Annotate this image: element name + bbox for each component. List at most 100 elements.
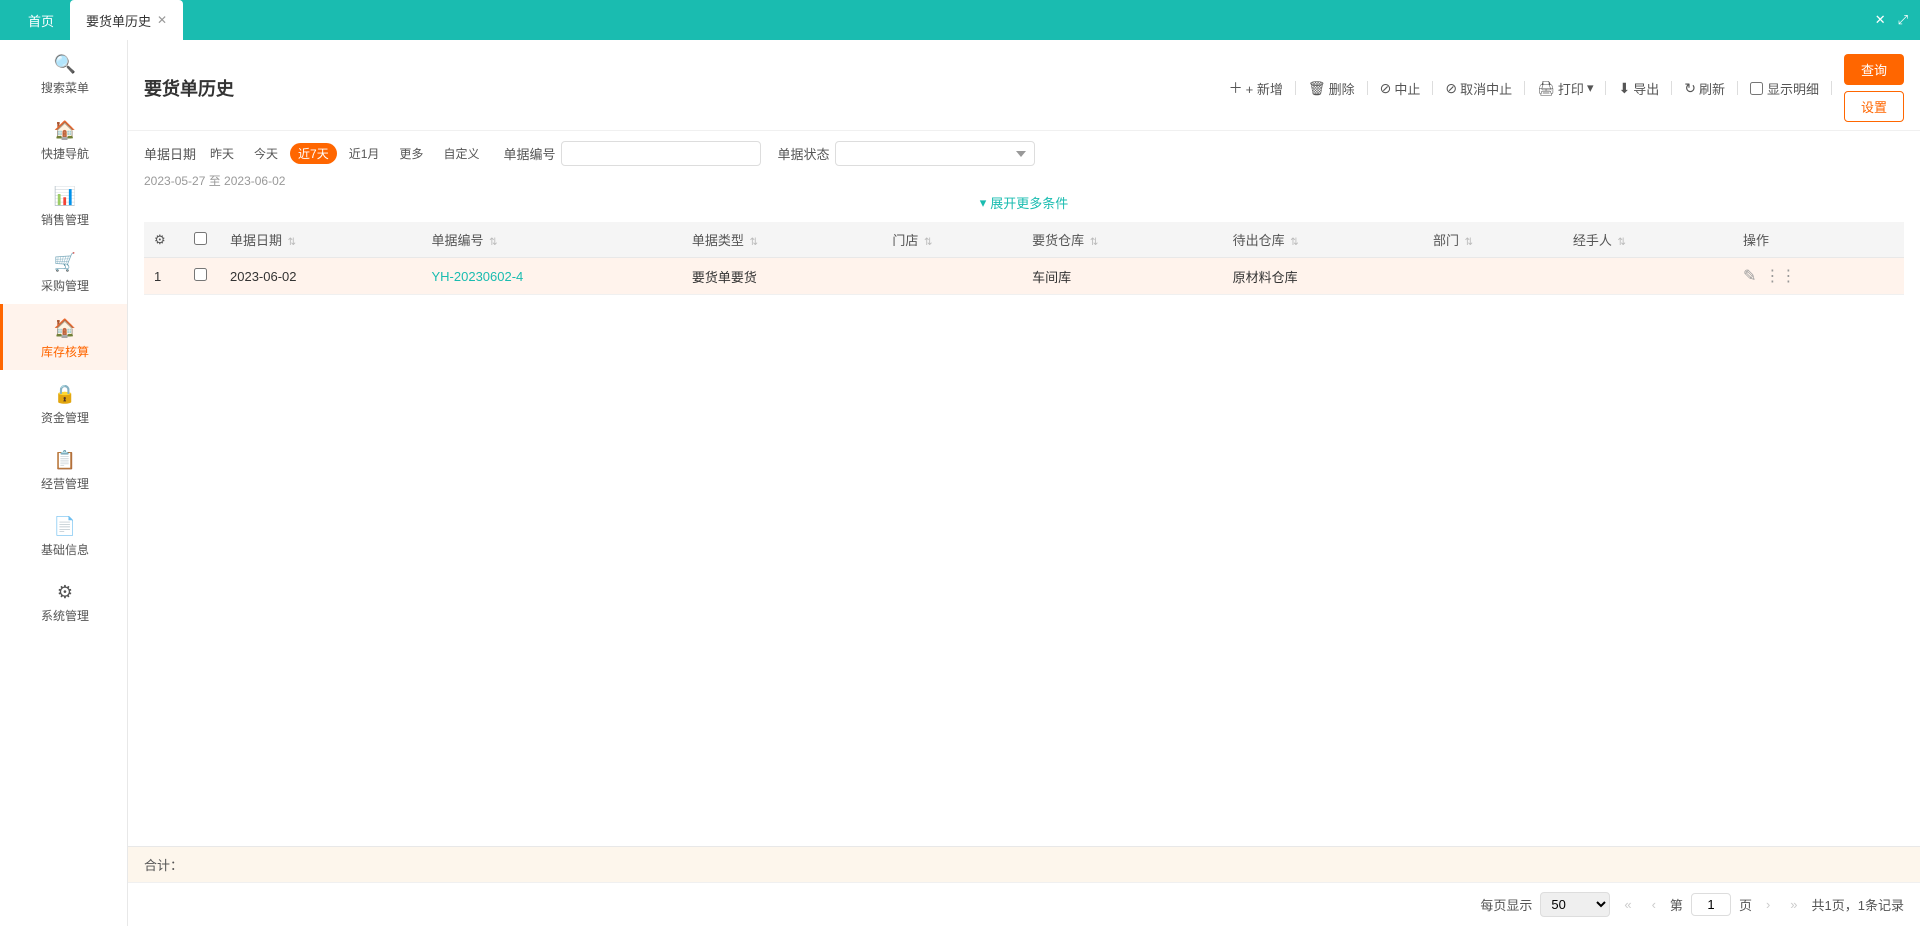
cancel-stop-icon: ⊘ <box>1445 80 1457 97</box>
store-sort-icon[interactable]: ⇅ <box>924 237 932 248</box>
col-pending-warehouse: 待出仓库 ⇅ <box>1223 222 1423 258</box>
date-pill-1month[interactable]: 近1月 <box>341 143 388 164</box>
pendingwh-sort-icon[interactable]: ⇅ <box>1290 237 1298 248</box>
filter-date-group: 单据日期 昨天 今天 近7天 近1月 更多 自定义 <box>144 143 487 164</box>
first-page-button[interactable]: « <box>1618 895 1637 914</box>
row-store <box>882 258 1022 295</box>
col-date: 单据日期 ⇅ <box>220 222 422 258</box>
sidebar-item-quicknav[interactable]: 🏠 快捷导航 <box>0 106 127 172</box>
order-no-link[interactable]: YH-20230602-4 <box>432 269 524 284</box>
reqwh-sort-icon[interactable]: ⇅ <box>1090 237 1098 248</box>
show-detail-input[interactable] <box>1750 82 1763 95</box>
row-more-icon[interactable]: ⋮⋮ <box>1764 266 1796 286</box>
toolbar: ＋ + 新增 🗑 删除 ⊘ 中止 ⊘ 取消中止 <box>1229 54 1904 122</box>
handler-sort-icon[interactable]: ⇅ <box>1617 237 1625 248</box>
page-title: 要货单历史 <box>144 75 234 101</box>
table-row: 1 2023-06-02 YH-20230602-4 要货单要货 车间库 原材料… <box>144 258 1904 295</box>
delete-button[interactable]: 🗑 删除 <box>1308 79 1355 98</box>
query-button[interactable]: 查询 <box>1844 54 1904 85</box>
dept-sort-icon[interactable]: ⇅ <box>1465 237 1473 248</box>
date-range-display: 2023-05-27 至 2023-06-02 <box>144 172 1904 189</box>
filter-orderno-group: 单据编号 <box>503 141 761 166</box>
stop-icon: ⊘ <box>1380 80 1392 97</box>
date-pill-yesterday[interactable]: 昨天 <box>202 143 242 164</box>
divider-8 <box>1831 81 1832 95</box>
date-pill-today[interactable]: 今天 <box>246 143 286 164</box>
col-req-warehouse: 要货仓库 ⇅ <box>1022 222 1222 258</box>
col-order-no: 单据编号 ⇅ <box>422 222 682 258</box>
action-icons: ✎ ⋮⋮ <box>1743 266 1894 286</box>
tab-close-icon[interactable]: ✕ <box>157 13 167 27</box>
date-pills: 昨天 今天 近7天 近1月 更多 自定义 <box>202 143 487 164</box>
row-dept <box>1423 258 1563 295</box>
inventory-icon: 🏠 <box>54 318 76 339</box>
refresh-button[interactable]: ↻ 刷新 <box>1684 79 1725 98</box>
col-settings[interactable]: ⚙ <box>144 222 184 258</box>
row-select-checkbox[interactable] <box>194 268 207 281</box>
row-checkbox <box>184 258 220 295</box>
date-pill-custom[interactable]: 自定义 <box>435 143 487 164</box>
show-detail-checkbox[interactable]: 显示明细 <box>1750 79 1819 98</box>
col-store: 门店 ⇅ <box>882 222 1022 258</box>
date-sort-icon[interactable]: ⇅ <box>288 237 296 248</box>
divider-5 <box>1605 81 1606 95</box>
new-icon: ＋ <box>1229 78 1243 98</box>
system-icon: ⚙ <box>57 582 73 603</box>
top-bar-right: ✕ ⤢ <box>1875 12 1908 28</box>
type-sort-icon[interactable]: ⇅ <box>750 237 758 248</box>
order-no-input[interactable] <box>561 141 761 166</box>
divider-1 <box>1295 81 1296 95</box>
status-select[interactable] <box>835 141 1035 166</box>
tab-order-history[interactable]: 要货单历史 ✕ <box>70 0 183 40</box>
col-action: 操作 <box>1733 222 1904 258</box>
sidebar-item-system[interactable]: ⚙ 系统管理 <box>0 568 127 634</box>
row-edit-icon[interactable]: ✎ <box>1743 266 1756 286</box>
divider-3 <box>1432 81 1433 95</box>
next-page-button[interactable]: › <box>1760 895 1776 914</box>
print-icon: 🖨 <box>1537 80 1555 97</box>
export-icon: ⬇ <box>1618 80 1630 97</box>
tab-home[interactable]: 首页 <box>12 0 70 40</box>
divider-7 <box>1737 81 1738 95</box>
print-button[interactable]: 🖨 打印 ▾ <box>1537 79 1593 98</box>
orderno-sort-icon[interactable]: ⇅ <box>489 237 497 248</box>
prev-page-button[interactable]: ‹ <box>1646 895 1662 914</box>
sidebar-item-sales[interactable]: 📊 销售管理 <box>0 172 127 238</box>
sidebar-item-purchase[interactable]: 🛒 采购管理 <box>0 238 127 304</box>
row-pending-warehouse: 原材料仓库 <box>1223 258 1423 295</box>
row-handler <box>1563 258 1733 295</box>
print-dropdown-icon: ▾ <box>1587 80 1594 96</box>
col-type: 单据类型 ⇅ <box>682 222 882 258</box>
col-checkbox <box>184 222 220 258</box>
operations-icon: 📋 <box>54 450 76 471</box>
window-close-icon[interactable]: ✕ <box>1875 12 1886 28</box>
window-fullscreen-icon[interactable]: ⤢ <box>1898 12 1908 28</box>
stop-button[interactable]: ⊘ 中止 <box>1380 79 1421 98</box>
settings-button[interactable]: 设置 <box>1844 91 1904 122</box>
date-pill-more[interactable]: 更多 <box>391 143 431 164</box>
date-label: 单据日期 <box>144 144 196 163</box>
main-layout: 🔍 搜索菜单 🏠 快捷导航 📊 销售管理 🛒 采购管理 🏠 库存核算 🔒 资金管… <box>0 40 1920 926</box>
toolbar-actions: 查询 设置 <box>1844 54 1904 122</box>
sidebar-item-finance[interactable]: 🔒 资金管理 <box>0 370 127 436</box>
expand-more-button[interactable]: ▾ 展开更多条件 <box>144 189 1904 216</box>
filter-area: 单据日期 昨天 今天 近7天 近1月 更多 自定义 单据编号 <box>128 131 1920 222</box>
page-suffix: 页 <box>1739 895 1752 914</box>
page-number-input[interactable] <box>1691 893 1731 916</box>
date-pill-7days[interactable]: 近7天 <box>290 143 337 164</box>
sidebar-item-search[interactable]: 🔍 搜索菜单 <box>0 40 127 106</box>
sidebar-item-basicinfo[interactable]: 📄 基础信息 <box>0 502 127 568</box>
cancel-stop-button[interactable]: ⊘ 取消中止 <box>1445 79 1512 98</box>
new-button[interactable]: ＋ + 新增 <box>1229 78 1283 98</box>
sidebar: 🔍 搜索菜单 🏠 快捷导航 📊 销售管理 🛒 采购管理 🏠 库存核算 🔒 资金管… <box>0 40 128 926</box>
sidebar-item-inventory[interactable]: 🏠 库存核算 <box>0 304 127 370</box>
sidebar-item-operations[interactable]: 📋 经营管理 <box>0 436 127 502</box>
select-all-checkbox[interactable] <box>194 232 207 245</box>
divider-6 <box>1671 81 1672 95</box>
last-page-button[interactable]: » <box>1784 895 1803 914</box>
per-page-select[interactable]: 50 10 20 100 <box>1540 892 1610 917</box>
export-button[interactable]: ⬇ 导出 <box>1618 79 1659 98</box>
per-page-label: 每页显示 <box>1480 895 1532 914</box>
pagination-bar: 每页显示 50 10 20 100 « ‹ 第 页 › » 共1页，1条记录 <box>128 882 1920 926</box>
row-order-no: YH-20230602-4 <box>422 258 682 295</box>
